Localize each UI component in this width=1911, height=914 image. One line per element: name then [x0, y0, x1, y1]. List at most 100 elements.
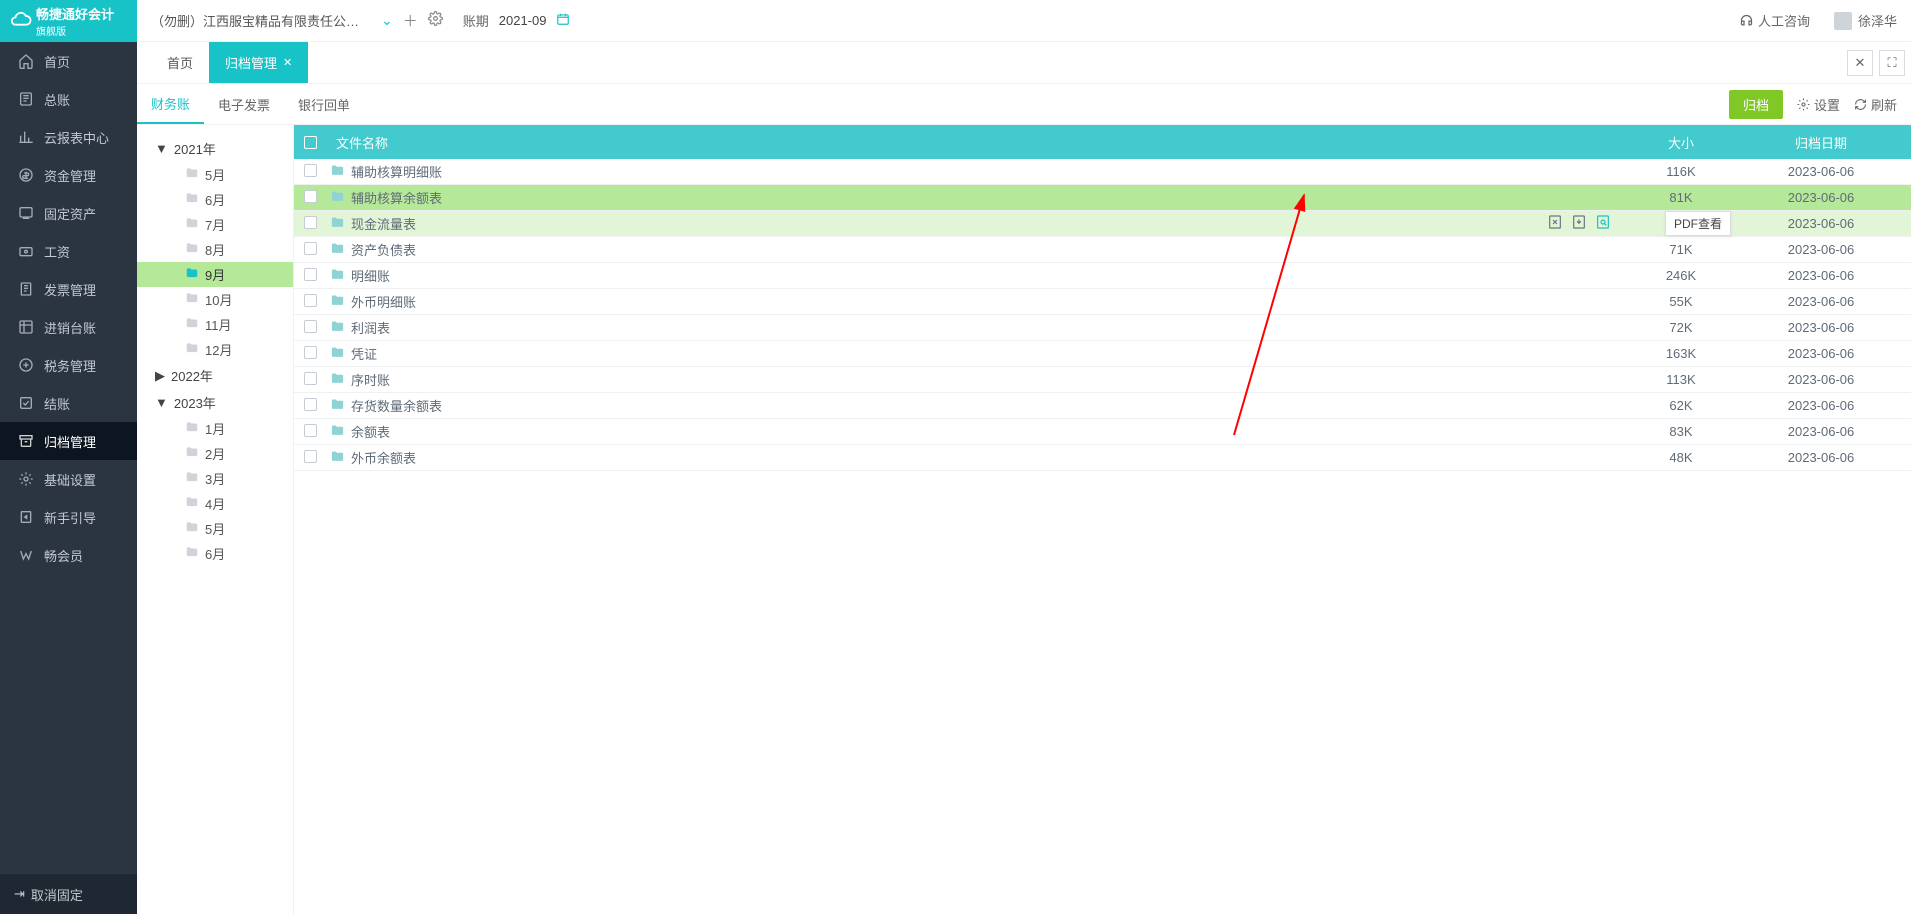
sidebar-item-salary[interactable]: 工资	[0, 232, 137, 270]
tree-month[interactable]: 2月	[137, 441, 293, 466]
archive-button[interactable]: 归档	[1729, 90, 1783, 119]
tree-year[interactable]: ▼2023年	[137, 389, 293, 416]
refresh-label: 刷新	[1871, 95, 1897, 114]
file-size: 113K	[1621, 372, 1741, 387]
file-row[interactable]: 资产负债表71K2023-06-06	[294, 237, 1911, 263]
file-panel: 文件名称 大小 归档日期 辅助核算明细账116K2023-06-06辅助核算余额…	[294, 125, 1911, 914]
sidebar-unpin[interactable]: ⇥ 取消固定	[0, 874, 137, 914]
sidebar-item-close[interactable]: 结账	[0, 384, 137, 422]
file-size: 116K	[1621, 164, 1741, 179]
tree-month[interactable]: 6月	[137, 187, 293, 212]
file-row[interactable]: 辅助核算明细账116K2023-06-06	[294, 159, 1911, 185]
tree-month[interactable]: 12月	[137, 337, 293, 362]
tab-1[interactable]: 归档管理✕	[209, 42, 308, 83]
sidebar-item-tax[interactable]: 税务管理	[0, 346, 137, 384]
sidebar-item-asset[interactable]: 固定资产	[0, 194, 137, 232]
download-excel-icon[interactable]	[1547, 214, 1563, 233]
refresh-icon	[1854, 98, 1867, 111]
tree-month[interactable]: 5月	[137, 516, 293, 541]
tree-month[interactable]: 3月	[137, 466, 293, 491]
file-size: 55K	[1621, 294, 1741, 309]
sidebar-item-fund[interactable]: 资金管理	[0, 156, 137, 194]
row-checkbox[interactable]	[304, 424, 317, 437]
gear-icon[interactable]	[428, 11, 443, 30]
help-link[interactable]: 人工咨询	[1739, 11, 1810, 30]
period-value[interactable]: 2021-09	[499, 13, 547, 28]
tree-month[interactable]: 5月	[137, 162, 293, 187]
tree-month[interactable]: 1月	[137, 416, 293, 441]
sidebar-item-ledger[interactable]: 总账	[0, 80, 137, 118]
row-checkbox[interactable]	[304, 450, 317, 463]
tree-month[interactable]: 7月	[137, 212, 293, 237]
file-row[interactable]: 序时账113K2023-06-06	[294, 367, 1911, 393]
row-checkbox[interactable]	[304, 372, 317, 385]
folder-icon	[330, 397, 345, 415]
file-row[interactable]: 现金流量表6K2023-06-06PDF查看	[294, 211, 1911, 237]
folder-icon	[185, 291, 199, 308]
sidebar-item-member[interactable]: 畅会员	[0, 536, 137, 574]
user-menu[interactable]: 徐泽华	[1834, 11, 1897, 30]
row-checkbox[interactable]	[304, 320, 317, 333]
sidebar-item-settings[interactable]: 基础设置	[0, 460, 137, 498]
sidebar-item-label: 新手引导	[44, 508, 96, 527]
row-checkbox[interactable]	[304, 346, 317, 359]
archive-icon	[18, 433, 34, 449]
chevron-down-icon[interactable]: ⌄	[381, 12, 393, 29]
calendar-icon[interactable]	[556, 12, 570, 29]
row-checkbox[interactable]	[304, 398, 317, 411]
row-checkbox[interactable]	[304, 216, 317, 229]
pdf-view-icon[interactable]	[1595, 214, 1611, 233]
select-all-checkbox[interactable]	[304, 136, 317, 149]
settings-link[interactable]: 设置	[1797, 95, 1840, 114]
file-name: 余额表	[351, 422, 390, 441]
tree-month[interactable]: 10月	[137, 287, 293, 312]
tree-month[interactable]: 9月	[137, 262, 293, 287]
file-row[interactable]: 存货数量余额表62K2023-06-06	[294, 393, 1911, 419]
sidebar-item-label: 畅会员	[44, 546, 83, 565]
sidebar-item-home[interactable]: 首页	[0, 42, 137, 80]
company-selector[interactable]: （勿删）江西服宝精品有限责任公司（...	[151, 11, 371, 30]
row-checkbox[interactable]	[304, 268, 317, 281]
refresh-link[interactable]: 刷新	[1854, 95, 1897, 114]
close-icon[interactable]: ✕	[283, 56, 292, 69]
panel-tab-2[interactable]: 银行回单	[284, 84, 364, 124]
file-size: 72K	[1621, 320, 1741, 335]
file-row[interactable]: 外币明细账55K2023-06-06	[294, 289, 1911, 315]
tree-month[interactable]: 8月	[137, 237, 293, 262]
tree-year[interactable]: ▼2021年	[137, 135, 293, 162]
sidebar-item-psi[interactable]: 进销台账	[0, 308, 137, 346]
row-checkbox[interactable]	[304, 190, 317, 203]
file-row[interactable]: 余额表83K2023-06-06	[294, 419, 1911, 445]
tree-year[interactable]: ▶2022年	[137, 362, 293, 389]
file-row[interactable]: 明细账246K2023-06-06	[294, 263, 1911, 289]
close-icon	[18, 395, 34, 411]
tree-month[interactable]: 6月	[137, 541, 293, 566]
panel-tab-0[interactable]: 财务账	[137, 84, 204, 124]
sidebar-item-archive[interactable]: 归档管理	[0, 422, 137, 460]
row-checkbox[interactable]	[304, 164, 317, 177]
member-icon	[18, 547, 34, 563]
tree-month[interactable]: 4月	[137, 491, 293, 516]
close-tab-button[interactable]: ✕	[1847, 50, 1873, 76]
add-icon[interactable]: ＋	[403, 10, 418, 31]
tree-month-label: 4月	[205, 494, 225, 513]
file-row[interactable]: 外币余额表48K2023-06-06	[294, 445, 1911, 471]
tab-label: 首页	[167, 53, 193, 72]
row-checkbox[interactable]	[304, 242, 317, 255]
tree-month[interactable]: 11月	[137, 312, 293, 337]
sidebar-item-guide[interactable]: 新手引导	[0, 498, 137, 536]
panel-tab-1[interactable]: 电子发票	[204, 84, 284, 124]
row-checkbox[interactable]	[304, 294, 317, 307]
file-date: 2023-06-06	[1741, 216, 1901, 231]
file-row[interactable]: 辅助核算余额表81K2023-06-06	[294, 185, 1911, 211]
sidebar-item-report[interactable]: 云报表中心	[0, 118, 137, 156]
download-pdf-icon[interactable]	[1571, 214, 1587, 233]
sidebar-item-invoice[interactable]: 发票管理	[0, 270, 137, 308]
panel-tabs: 财务账电子发票银行回单	[137, 84, 364, 124]
file-row[interactable]: 利润表72K2023-06-06	[294, 315, 1911, 341]
fullscreen-button[interactable]: ⛶	[1879, 50, 1905, 76]
file-row[interactable]: 凭证163K2023-06-06	[294, 341, 1911, 367]
folder-icon	[185, 241, 199, 258]
psi-icon	[18, 319, 34, 335]
tab-0[interactable]: 首页	[151, 42, 209, 83]
